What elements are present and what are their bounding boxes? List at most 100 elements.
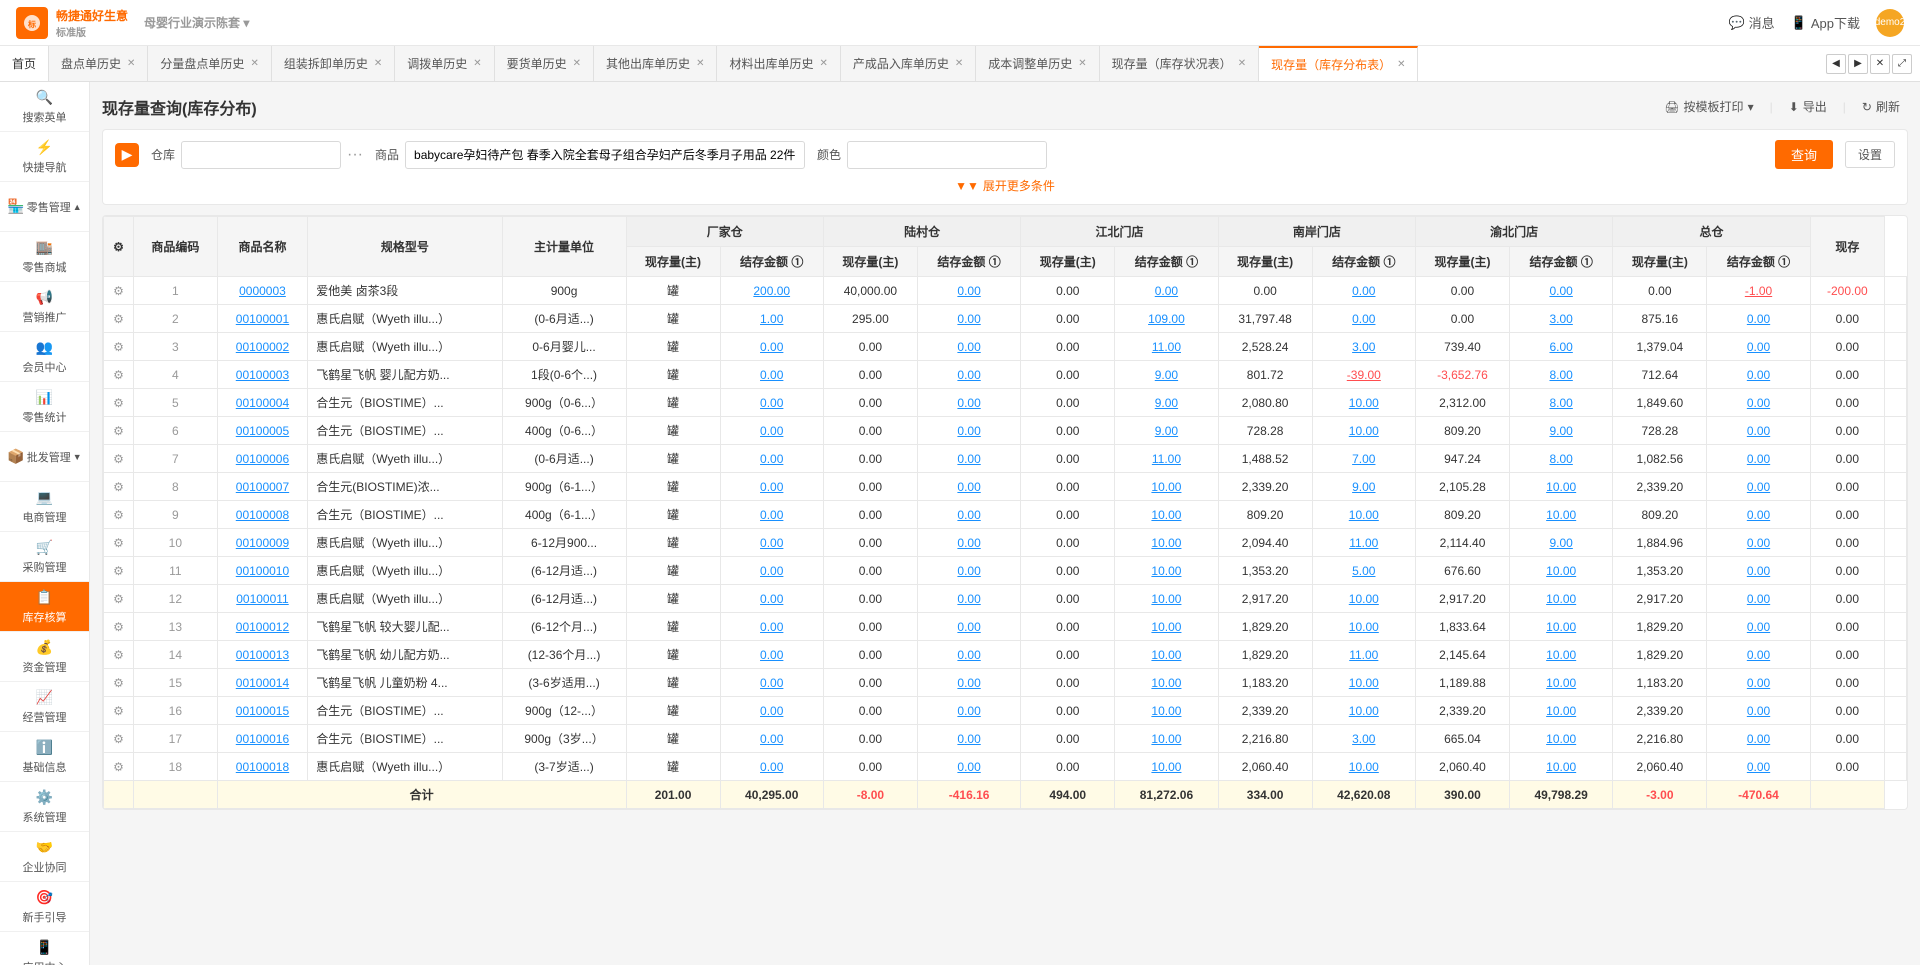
- row-zc-qty[interactable]: 0.00: [1707, 557, 1810, 585]
- row-jb-qty[interactable]: 109.00: [1115, 305, 1218, 333]
- row-zc-qty[interactable]: 0.00: [1707, 753, 1810, 781]
- row-code[interactable]: 00100015: [217, 697, 308, 725]
- sidebar-item-member[interactable]: 👥 会员中心: [0, 332, 89, 382]
- row-lc-qty[interactable]: 0.00: [917, 277, 1020, 305]
- row-lc-qty[interactable]: 0.00: [917, 417, 1020, 445]
- sidebar-item-wholesale[interactable]: 📦 批发管理 ▼: [0, 432, 89, 482]
- row-fc-qty[interactable]: 1.00: [720, 305, 823, 333]
- tab-product-inbound[interactable]: 产成品入库单历史 ✕: [841, 46, 976, 82]
- row-fc-qty[interactable]: 0.00: [720, 417, 823, 445]
- row-yb-qty[interactable]: 9.00: [1509, 417, 1612, 445]
- row-lc-qty[interactable]: 0.00: [917, 473, 1020, 501]
- row-zc-qty[interactable]: 0.00: [1707, 389, 1810, 417]
- row-code[interactable]: 00100009: [217, 529, 308, 557]
- tab-assembly[interactable]: 组装拆卸单历史 ✕: [272, 46, 395, 82]
- row-na-qty[interactable]: 10.00: [1312, 501, 1415, 529]
- row-lc-qty[interactable]: 0.00: [917, 529, 1020, 557]
- row-lc-qty[interactable]: 0.00: [917, 641, 1020, 669]
- row-gear[interactable]: ⚙: [104, 641, 134, 669]
- row-yb-qty[interactable]: 10.00: [1509, 753, 1612, 781]
- export-btn[interactable]: ⬇ 导出: [1781, 94, 1835, 119]
- color-input[interactable]: [847, 141, 1047, 169]
- row-gear[interactable]: ⚙: [104, 529, 134, 557]
- row-code[interactable]: 00100002: [217, 333, 308, 361]
- row-code[interactable]: 00100016: [217, 725, 308, 753]
- row-na-qty[interactable]: 11.00: [1312, 529, 1415, 557]
- expand-more[interactable]: ▼▼ 展开更多条件: [115, 177, 1895, 194]
- sidebar-item-nav[interactable]: ⚡ 快捷导航: [0, 132, 89, 182]
- row-jb-qty[interactable]: 10.00: [1115, 725, 1218, 753]
- row-fc-qty[interactable]: 200.00: [720, 277, 823, 305]
- row-gear[interactable]: ⚙: [104, 389, 134, 417]
- row-zc-qty[interactable]: 0.00: [1707, 585, 1810, 613]
- sidebar-item-search[interactable]: 🔍 搜索英单: [0, 82, 89, 132]
- row-yb-qty[interactable]: 10.00: [1509, 585, 1612, 613]
- sidebar-item-system[interactable]: ⚙️ 系统管理: [0, 782, 89, 832]
- row-yb-qty[interactable]: 10.00: [1509, 669, 1612, 697]
- row-gear[interactable]: ⚙: [104, 697, 134, 725]
- row-na-qty[interactable]: -39.00: [1312, 361, 1415, 389]
- row-na-qty[interactable]: 7.00: [1312, 445, 1415, 473]
- row-jb-qty[interactable]: 10.00: [1115, 753, 1218, 781]
- tab-close-4[interactable]: ✕: [473, 58, 481, 69]
- row-code[interactable]: 00100011: [217, 585, 308, 613]
- row-jb-qty[interactable]: 10.00: [1115, 641, 1218, 669]
- row-fc-qty[interactable]: 0.00: [720, 613, 823, 641]
- row-jb-qty[interactable]: 10.00: [1115, 501, 1218, 529]
- row-fc-qty[interactable]: 0.00: [720, 473, 823, 501]
- messages-btn[interactable]: 💬消息: [1728, 13, 1774, 32]
- row-code[interactable]: 00100007: [217, 473, 308, 501]
- row-lc-qty[interactable]: 0.00: [917, 725, 1020, 753]
- row-lc-qty[interactable]: 0.00: [917, 613, 1020, 641]
- tab-home[interactable]: 首页: [0, 46, 49, 82]
- tab-close-8[interactable]: ✕: [955, 58, 963, 69]
- sidebar-item-marketing[interactable]: 📢 营销推广: [0, 282, 89, 332]
- row-zc-qty[interactable]: 0.00: [1707, 305, 1810, 333]
- sidebar-item-app[interactable]: 📱 应用中心: [0, 932, 89, 965]
- row-lc-qty[interactable]: 0.00: [917, 557, 1020, 585]
- sidebar-item-finance[interactable]: 💰 资金管理: [0, 632, 89, 682]
- tab-close-2[interactable]: ✕: [250, 58, 258, 69]
- row-gear[interactable]: ⚙: [104, 669, 134, 697]
- sidebar-item-inventory[interactable]: 📋 库存核算: [0, 582, 89, 632]
- tab-requisition[interactable]: 要货单历史 ✕: [495, 46, 594, 82]
- row-yb-qty[interactable]: 10.00: [1509, 725, 1612, 753]
- row-zc-qty[interactable]: 0.00: [1707, 333, 1810, 361]
- sidebar-item-collab[interactable]: 🤝 企业协同: [0, 832, 89, 882]
- gear-header[interactable]: ⚙: [104, 217, 134, 277]
- row-na-qty[interactable]: 10.00: [1312, 669, 1415, 697]
- user-avatar[interactable]: demo2: [1876, 9, 1904, 37]
- row-fc-qty[interactable]: 0.00: [720, 697, 823, 725]
- row-code[interactable]: 0000003: [217, 277, 308, 305]
- sidebar-item-guide[interactable]: 🎯 新手引导: [0, 882, 89, 932]
- row-jb-qty[interactable]: 10.00: [1115, 613, 1218, 641]
- row-yb-qty[interactable]: 10.00: [1509, 613, 1612, 641]
- print-btn[interactable]: 🖨 按模板打印 ▾: [1656, 94, 1761, 119]
- row-yb-qty[interactable]: 3.00: [1509, 305, 1612, 333]
- row-lc-qty[interactable]: 0.00: [917, 669, 1020, 697]
- tab-close-5[interactable]: ✕: [573, 58, 581, 69]
- tab-portion-count[interactable]: 分量盘点单历史 ✕: [148, 46, 271, 82]
- row-yb-qty[interactable]: 10.00: [1509, 501, 1612, 529]
- row-zc-qty[interactable]: 0.00: [1707, 641, 1810, 669]
- row-gear[interactable]: ⚙: [104, 445, 134, 473]
- row-code[interactable]: 00100008: [217, 501, 308, 529]
- row-fc-qty[interactable]: 0.00: [720, 445, 823, 473]
- row-yb-qty[interactable]: 10.00: [1509, 641, 1612, 669]
- sidebar-item-purchase[interactable]: 🛒 采购管理: [0, 532, 89, 582]
- row-lc-qty[interactable]: 0.00: [917, 361, 1020, 389]
- row-na-qty[interactable]: 0.00: [1312, 305, 1415, 333]
- row-yb-qty[interactable]: 8.00: [1509, 389, 1612, 417]
- row-gear[interactable]: ⚙: [104, 613, 134, 641]
- tab-transfer[interactable]: 调拨单历史 ✕: [395, 46, 494, 82]
- tab-close-all-btn[interactable]: ✕: [1870, 54, 1890, 74]
- tab-next-btn[interactable]: ▶: [1848, 54, 1868, 74]
- row-na-qty[interactable]: 0.00: [1312, 277, 1415, 305]
- refresh-btn[interactable]: ↻ 刷新: [1854, 94, 1908, 119]
- row-fc-qty[interactable]: 0.00: [720, 753, 823, 781]
- row-gear[interactable]: ⚙: [104, 501, 134, 529]
- row-gear[interactable]: ⚙: [104, 725, 134, 753]
- tab-material-outbound[interactable]: 材料出库单历史 ✕: [717, 46, 840, 82]
- row-lc-qty[interactable]: 0.00: [917, 697, 1020, 725]
- row-zc-qty[interactable]: 0.00: [1707, 417, 1810, 445]
